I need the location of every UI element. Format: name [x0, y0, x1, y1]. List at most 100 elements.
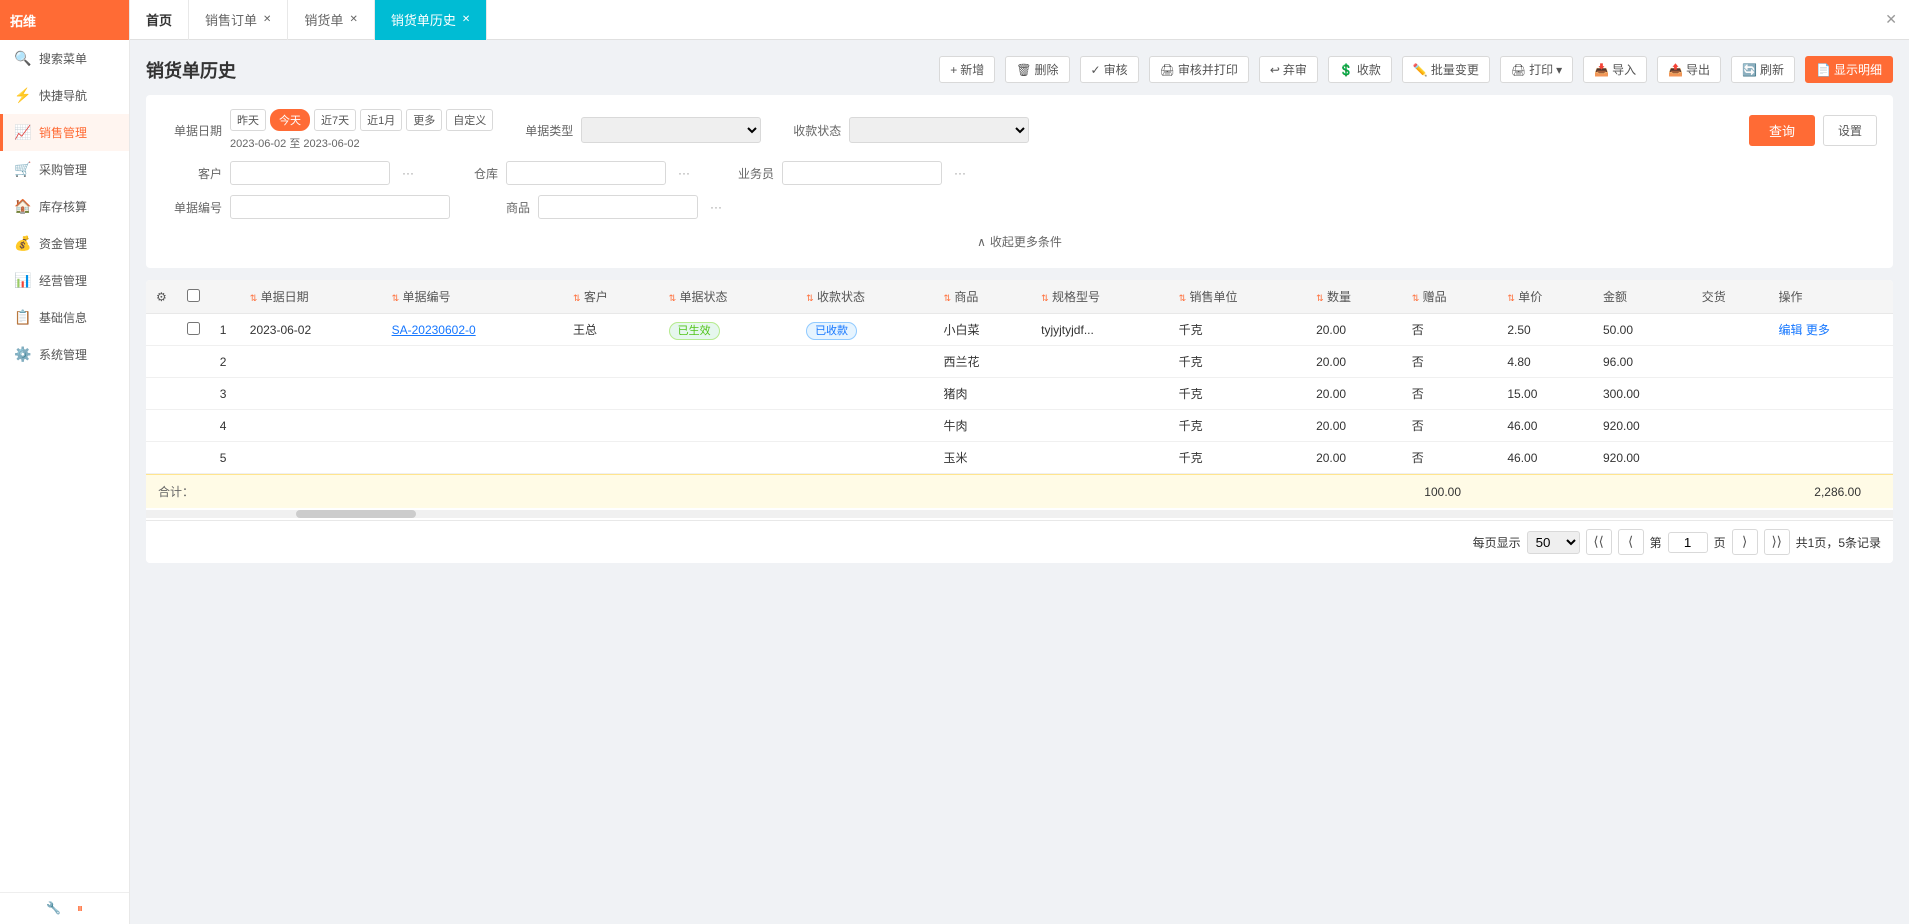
pause-icon[interactable]: ⏸ — [77, 901, 83, 916]
import-button[interactable]: 📥 导入 — [1583, 56, 1647, 83]
row-checkbox — [177, 378, 210, 410]
row-transaction — [1692, 378, 1769, 410]
row-product: 猪肉 — [934, 378, 1032, 410]
warehouse-input[interactable] — [506, 161, 666, 185]
filter-collapse-btn[interactable]: ∧ 收起更多条件 — [162, 229, 1877, 254]
th-gift[interactable]: ⇅ 赠品 — [1402, 280, 1498, 314]
sidebar-item-operations[interactable]: 📊 经营管理 — [0, 262, 129, 299]
prev-page-btn[interactable]: ⟨ — [1618, 529, 1644, 555]
th-spec[interactable]: ⇅ 规格型号 — [1031, 280, 1168, 314]
select-all-checkbox[interactable] — [187, 289, 200, 302]
th-product[interactable]: ⇅ 商品 — [934, 280, 1032, 314]
sidebar-item-purchase-mgmt[interactable]: 🛒 采购管理 — [0, 151, 129, 188]
doc-number-link[interactable]: SA-20230602-0 — [392, 323, 476, 337]
tab-sales-order-close[interactable]: ✕ — [263, 14, 271, 25]
row-doc-date — [240, 378, 382, 410]
product-label: 商品 — [470, 199, 530, 216]
tab-delivery-history[interactable]: 销货单历史 ✕ — [375, 0, 487, 40]
salesperson-dots-btn[interactable]: ··· — [950, 166, 970, 180]
sidebar-item-basic-info[interactable]: 📋 基础信息 — [0, 299, 129, 336]
filter-settings-button[interactable]: 设置 — [1823, 115, 1877, 146]
action-btn-0[interactable]: 编辑 — [1778, 323, 1802, 337]
warehouse-dots-btn[interactable]: ··· — [674, 166, 694, 180]
sidebar-item-system[interactable]: ⚙️ 系统管理 — [0, 336, 129, 373]
th-doc-status[interactable]: ⇅ 单据状态 — [659, 280, 796, 314]
new-button[interactable]: + 新增 — [939, 56, 995, 83]
row-doc-status — [659, 378, 796, 410]
sidebar-item-sales-mgmt[interactable]: 📈 销售管理 — [0, 114, 129, 151]
doc-number-input[interactable] — [230, 195, 450, 219]
sidebar-item-label: 采购管理 — [39, 161, 87, 178]
print-button[interactable]: 🖨 打印 ▾ — [1500, 56, 1573, 83]
th-customer[interactable]: ⇅ 客户 — [563, 280, 659, 314]
filter-row-1: 单据日期 昨天 今天 近7天 近1月 更多 自定义 2023-06-02 至 2… — [162, 109, 1877, 151]
tab-home[interactable]: 首页 — [130, 0, 189, 40]
sidebar-item-search-menu[interactable]: 🔍 搜索菜单 — [0, 40, 129, 77]
audit-print-button[interactable]: 🖨 审核并打印 — [1149, 56, 1249, 83]
collect-button[interactable]: 💲 收款 — [1328, 56, 1392, 83]
date-btn-yesterday[interactable]: 昨天 — [230, 109, 266, 131]
page-number-input[interactable] — [1668, 532, 1708, 553]
row-select-checkbox[interactable] — [187, 322, 200, 335]
row-product: 小白菜 — [934, 314, 1032, 346]
product-dots-btn[interactable]: ··· — [706, 200, 726, 214]
th-qty[interactable]: ⇅ 数量 — [1306, 280, 1402, 314]
row-settings — [146, 346, 177, 378]
sidebar-item-finance[interactable]: 💰 资金管理 — [0, 225, 129, 262]
th-doc-number[interactable]: ⇅ 单据编号 — [382, 280, 563, 314]
first-page-btn[interactable]: ⟨⟨ — [1586, 529, 1612, 555]
doc-type-select[interactable] — [581, 117, 761, 143]
row-amount: 920.00 — [1593, 410, 1692, 442]
date-btn-custom[interactable]: 自定义 — [446, 109, 493, 131]
customer-input[interactable] — [230, 161, 390, 185]
date-range-buttons: 昨天 今天 近7天 近1月 更多 自定义 — [230, 109, 493, 131]
export-button[interactable]: 📤 导出 — [1657, 56, 1721, 83]
per-page-select[interactable]: 50 100 200 — [1527, 531, 1580, 554]
scrollbar-thumb[interactable] — [296, 510, 416, 518]
query-button[interactable]: 查询 — [1749, 115, 1815, 146]
audit-button[interactable]: ✓ 审核 — [1080, 56, 1139, 83]
chevron-up-icon: ∧ — [977, 235, 986, 249]
show-detail-button[interactable]: 📄 显示明细 — [1805, 56, 1893, 83]
salesperson-input[interactable] — [782, 161, 942, 185]
row-doc-date — [240, 410, 382, 442]
date-btn-today[interactable]: 今天 — [270, 109, 310, 131]
close-all-tabs[interactable]: ✕ — [1873, 11, 1909, 28]
date-btn-7days[interactable]: 近7天 — [314, 109, 356, 131]
settings-bottom-icon[interactable]: 🔧 — [46, 901, 61, 916]
date-btn-1month[interactable]: 近1月 — [360, 109, 402, 131]
tab-delivery[interactable]: 销货单 ✕ — [288, 0, 374, 40]
row-payment-status — [796, 378, 933, 410]
sidebar-item-inventory[interactable]: 🏠 库存核算 — [0, 188, 129, 225]
abandon-button[interactable]: ↩ 弃审 — [1259, 56, 1318, 83]
tab-sales-order[interactable]: 销售订单 ✕ — [189, 0, 288, 40]
batch-change-button[interactable]: ✏️ 批量变更 — [1402, 56, 1490, 83]
product-input[interactable] — [538, 195, 698, 219]
filter-doc-number: 单据编号 — [162, 195, 450, 219]
action-btn-1[interactable]: 更多 — [1806, 323, 1830, 337]
th-unit-price[interactable]: ⇅ 单价 — [1497, 280, 1593, 314]
row-doc-date — [240, 442, 382, 474]
tab-delivery-history-close[interactable]: ✕ — [462, 14, 470, 25]
row-transaction — [1692, 346, 1769, 378]
delete-button[interactable]: 🗑 删除 — [1005, 56, 1069, 83]
th-settings[interactable]: ⚙ — [146, 280, 177, 314]
payment-status-select[interactable] — [849, 117, 1029, 143]
last-page-btn[interactable]: ⟩⟩ — [1764, 529, 1790, 555]
filter-card: 单据日期 昨天 今天 近7天 近1月 更多 自定义 2023-06-02 至 2… — [146, 95, 1893, 268]
sidebar-item-label: 基础信息 — [39, 309, 87, 326]
date-btn-more[interactable]: 更多 — [406, 109, 442, 131]
th-payment-status[interactable]: ⇅ 收款状态 — [796, 280, 933, 314]
next-page-btn[interactable]: ⟩ — [1732, 529, 1758, 555]
th-unit[interactable]: ⇅ 销售单位 — [1169, 280, 1306, 314]
export-icon: 📤 — [1668, 63, 1683, 77]
refresh-button[interactable]: 🔄 刷新 — [1731, 56, 1795, 83]
sidebar-item-quick-nav[interactable]: ⚡ 快捷导航 — [0, 77, 129, 114]
row-qty: 20.00 — [1306, 410, 1402, 442]
customer-dots-btn[interactable]: ··· — [398, 166, 418, 180]
total-info: 共1页，5条记录 — [1796, 534, 1881, 551]
tab-delivery-close[interactable]: ✕ — [349, 14, 357, 25]
th-doc-date[interactable]: ⇅ 单据日期 — [240, 280, 382, 314]
table-scrollbar[interactable] — [146, 510, 1893, 518]
row-payment-status: 已收款 — [796, 314, 933, 346]
